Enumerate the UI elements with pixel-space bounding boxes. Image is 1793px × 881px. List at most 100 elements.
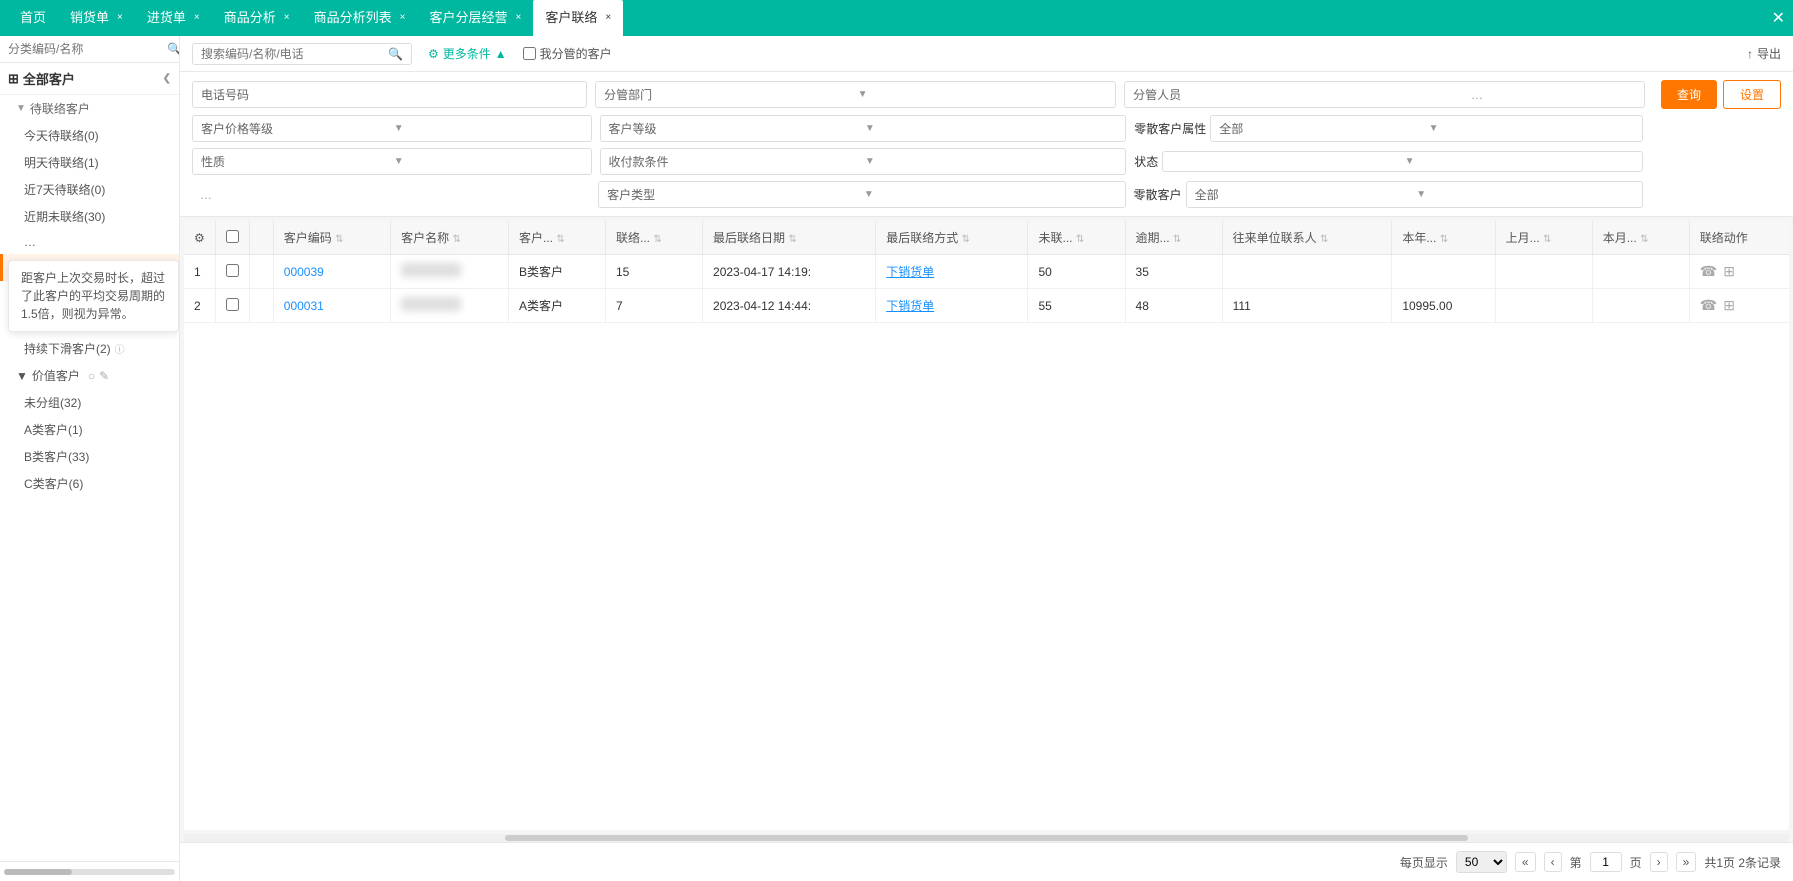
th-this-month[interactable]: 本月... ⇅ <box>1592 221 1689 255</box>
collapse-icon[interactable]: ❮ <box>163 73 171 84</box>
division-dept-field[interactable]: 分管部门 ▼ <box>595 81 1116 108</box>
first-page-btn[interactable]: « <box>1515 852 1536 872</box>
sidebar-h-thumb <box>4 869 72 875</box>
th-last-month[interactable]: 上月... ⇅ <box>1495 221 1592 255</box>
nav-customer-tier-close[interactable]: × <box>515 0 521 36</box>
pending-tomorrow[interactable]: 明天待联络(1) <box>0 149 179 176</box>
th-overdue[interactable]: 逾期... ⇅ <box>1125 221 1222 255</box>
th-name[interactable]: 客户名称 ⇅ <box>391 221 509 255</box>
window-close-btn[interactable]: ✕ <box>1772 8 1785 28</box>
retail-attr-field[interactable]: 全部 ▼ <box>1210 115 1643 142</box>
sort-code-icon: ⇅ <box>335 234 343 245</box>
pending-contact-group[interactable]: ▼ 待联络客户 <box>0 95 179 122</box>
more-items[interactable]: … <box>0 230 179 254</box>
tooltip-box: 距客户上次交易时长，超过了此客户的平均交易周期的1.5倍，则视为异常。 <box>8 260 179 332</box>
per-page-select[interactable]: 50 20 100 <box>1456 851 1507 873</box>
nav-purchase[interactable]: 进货单 × <box>135 0 212 36</box>
select-all-checkbox[interactable] <box>226 230 239 243</box>
phone-field[interactable]: 电话号码 <box>192 81 587 108</box>
search-icon[interactable]: 🔍 <box>388 47 403 61</box>
b-class-customers[interactable]: B类客户(33) <box>0 443 179 470</box>
th-type[interactable]: 客户... ⇅ <box>508 221 605 255</box>
nav-purchase-close[interactable]: × <box>194 0 200 36</box>
pending-today[interactable]: 今天待联络(0) <box>0 122 179 149</box>
td-month-1 <box>1592 255 1689 289</box>
query-btn[interactable]: 查询 <box>1661 80 1717 109</box>
sort-person-icon: ⇅ <box>1320 234 1328 245</box>
status-field[interactable]: ▼ <box>1162 151 1643 172</box>
value-circle-icon[interactable]: ○ <box>88 369 95 383</box>
td-last-method-1[interactable]: 下销货单 <box>876 255 1028 289</box>
table-area: ⚙ 客户编码 ⇅ 客户名称 ⇅ 客户... ⇅ <box>184 221 1789 830</box>
row2-contact-icon[interactable]: ☎ <box>1700 297 1717 314</box>
next-page-btn[interactable]: › <box>1650 852 1668 872</box>
last-page-btn[interactable]: » <box>1676 852 1697 872</box>
more-conditions-btn[interactable]: ⚙ 更多条件 ▲ <box>420 42 515 65</box>
th-action: 联络动作 <box>1689 221 1789 255</box>
nav-analysis-list-close[interactable]: × <box>400 0 406 36</box>
td-checkbox-2[interactable] <box>215 289 249 323</box>
nav-analysis[interactable]: 商品分析 × <box>212 0 302 36</box>
nav-analysis-close[interactable]: × <box>284 0 290 36</box>
td-lastmonth-1 <box>1495 255 1592 289</box>
td-code-1[interactable]: 000039 <box>273 255 390 289</box>
retail-customer-field[interactable]: 全部 ▼ <box>1186 181 1643 208</box>
value-edit-icon[interactable]: ✎ <box>99 369 109 383</box>
row1-contact-icon[interactable]: ☎ <box>1700 263 1717 280</box>
prev-page-btn[interactable]: ‹ <box>1544 852 1562 872</box>
sidebar-search-icon[interactable]: 🔍 <box>167 42 180 56</box>
th-uncontacted[interactable]: 未联... ⇅ <box>1028 221 1125 255</box>
declining-customers[interactable]: 持续下滑客户(2) ⓘ <box>0 335 179 362</box>
pending-recent[interactable]: 近期未联络(30) <box>0 203 179 230</box>
th-code[interactable]: 客户编码 ⇅ <box>273 221 390 255</box>
payment-field[interactable]: 收付款条件 ▼ <box>600 148 1127 175</box>
th-contact-count[interactable]: 联络... ⇅ <box>605 221 702 255</box>
division-person-field[interactable]: 分管人员 … <box>1124 81 1645 108</box>
th-last-contact-date[interactable]: 最后联络日期 ⇅ <box>703 221 876 255</box>
td-last-method-2[interactable]: 下销货单 <box>876 289 1028 323</box>
h-scrollbar[interactable] <box>184 834 1789 842</box>
th-checkbox[interactable] <box>215 221 249 255</box>
my-customers-check[interactable] <box>523 47 536 60</box>
export-btn[interactable]: ↑ 导出 <box>1747 45 1781 62</box>
row2-checkbox[interactable] <box>226 298 239 311</box>
nav-customer-contact[interactable]: 客户联络 × <box>533 0 623 36</box>
unGrouped[interactable]: 未分组(32) <box>0 389 179 416</box>
nature-field[interactable]: 性质 ▼ <box>192 148 592 175</box>
all-customers-header[interactable]: ⊞ 全部客户 ❮ <box>0 63 179 95</box>
td-code-2[interactable]: 000031 <box>273 289 390 323</box>
th-this-year[interactable]: 本年... ⇅ <box>1392 221 1495 255</box>
sort-month-icon: ⇅ <box>1640 234 1648 245</box>
declining-info-icon[interactable]: ⓘ <box>115 341 125 356</box>
a-class-customers[interactable]: A类客户(1) <box>0 416 179 443</box>
c-class-customers[interactable]: C类客户(6) <box>0 470 179 497</box>
nav-sales-close[interactable]: × <box>117 0 123 36</box>
pending-7days[interactable]: 近7天待联络(0) <box>0 176 179 203</box>
td-person-1 <box>1222 255 1392 289</box>
row2-more-icon[interactable]: ⊞ <box>1723 297 1735 314</box>
page-input[interactable] <box>1590 852 1622 872</box>
filter-row-4: … 客户类型 ▼ 零散客户 全部 ▼ <box>192 181 1781 208</box>
customer-level-field[interactable]: 客户等级 ▼ <box>600 115 1127 142</box>
th-contact-person[interactable]: 往来单位联系人 ⇅ <box>1222 221 1392 255</box>
nav-customer-contact-close[interactable]: × <box>605 0 611 36</box>
th-last-contact-method[interactable]: 最后联络方式 ⇅ <box>876 221 1028 255</box>
nav-home[interactable]: 首页 <box>8 0 58 36</box>
table-row: 1 000039 B类客户 15 2023-04-17 14:19: 下销货单 … <box>184 255 1789 289</box>
row1-more-icon[interactable]: ⊞ <box>1723 263 1735 280</box>
filter-dots[interactable]: … <box>200 188 212 202</box>
td-type-2: A类客户 <box>508 289 605 323</box>
th-settings[interactable]: ⚙ <box>184 221 215 255</box>
price-level-field[interactable]: 客户价格等级 ▼ <box>192 115 592 142</box>
settings-btn[interactable]: 设置 <box>1723 80 1781 109</box>
sidebar-search-input[interactable] <box>8 42 163 56</box>
td-checkbox-1[interactable] <box>215 255 249 289</box>
nav-sales[interactable]: 销货单 × <box>58 0 135 36</box>
search-input[interactable] <box>201 47 384 61</box>
customer-type-field[interactable]: 客户类型 ▼ <box>598 181 1125 208</box>
td-index-1: 1 <box>184 255 215 289</box>
row1-checkbox[interactable] <box>226 264 239 277</box>
nav-customer-tier[interactable]: 客户分层经营 × <box>417 0 533 36</box>
nav-analysis-list[interactable]: 商品分析列表 × <box>302 0 418 36</box>
my-customers-checkbox[interactable]: 我分管的客户 <box>523 45 612 62</box>
